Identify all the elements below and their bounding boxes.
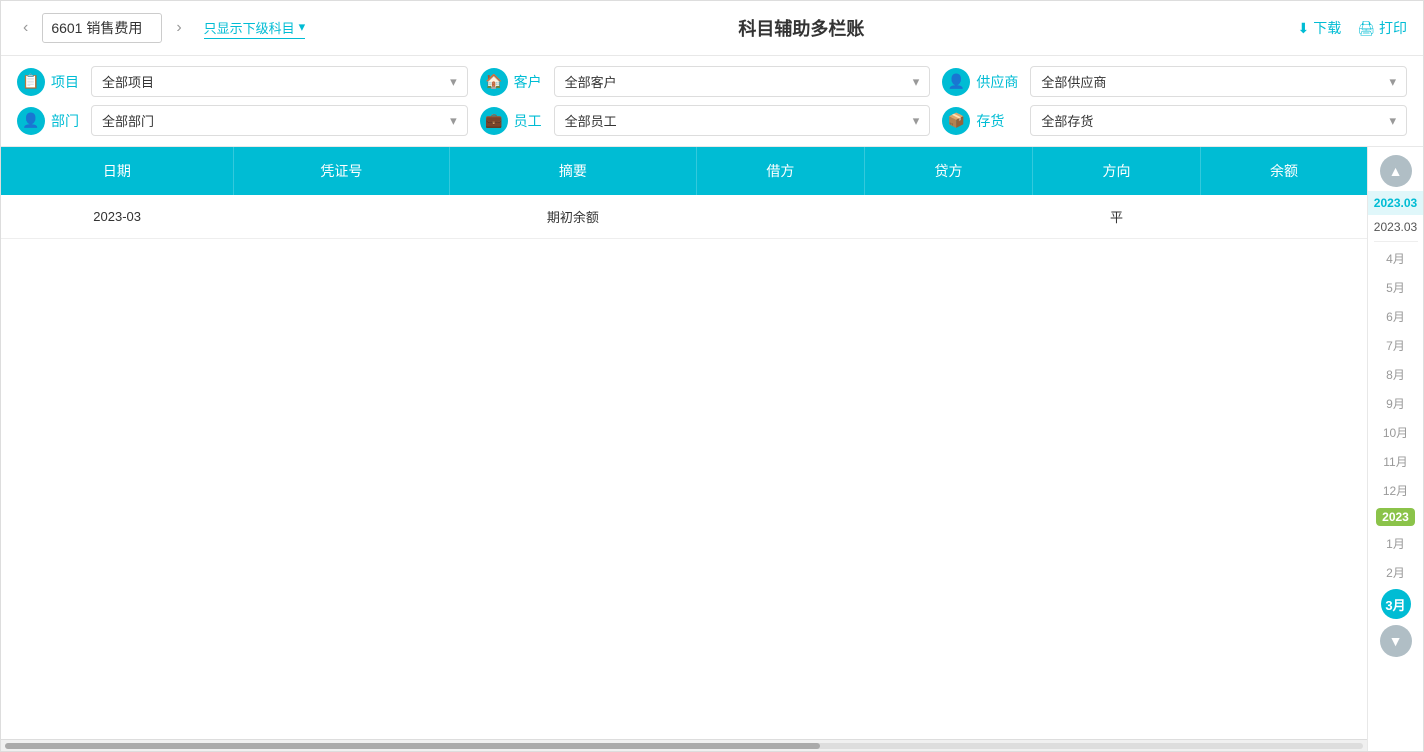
customer-arrow-icon: ▾ — [913, 74, 920, 90]
inventory-icon: 📦 — [942, 107, 970, 135]
cell-date: 2023-03 — [1, 195, 233, 239]
toolbar-right: ⬇ 下载 🖨 打印 — [1297, 18, 1407, 38]
sidebar-month-5[interactable]: 5月 — [1368, 273, 1423, 302]
project-select[interactable]: 全部项目 ▾ — [91, 66, 468, 97]
sidebar-month-1[interactable]: 1月 — [1368, 529, 1423, 558]
inventory-arrow-icon: ▾ — [1389, 113, 1396, 129]
download-icon: ⬇ — [1297, 20, 1309, 37]
project-value: 全部项目 — [102, 72, 154, 91]
employee-value: 全部员工 — [565, 111, 617, 130]
print-button[interactable]: 🖨 打印 — [1357, 18, 1407, 38]
table-row: 2023-03 期初余额 平 — [1, 195, 1367, 239]
sidebar-month-12[interactable]: 12月 — [1368, 476, 1423, 505]
year-badge-2023: 2023 — [1376, 508, 1415, 526]
cell-direction: 平 — [1033, 195, 1201, 239]
page-title: 科目辅助多栏账 — [313, 15, 1289, 41]
supplier-value: 全部供应商 — [1041, 72, 1106, 91]
filter-area: 📋 项目 全部项目 ▾ 🏠 客户 全部客户 ▾ 👤 供应商 全部供应商 ▾ 👤 … — [1, 56, 1423, 147]
table-container: 日期 凭证号 摘要 借方 贷方 方向 余额 2023-03 — [1, 147, 1367, 739]
main-content: 日期 凭证号 摘要 借方 贷方 方向 余额 2023-03 — [1, 147, 1367, 751]
project-arrow-icon: ▾ — [450, 74, 457, 90]
print-icon: 🖨 — [1357, 20, 1375, 37]
inventory-select[interactable]: 全部存货 ▾ — [1030, 105, 1407, 136]
sidebar-month-3-active[interactable]: 3月 — [1381, 589, 1411, 619]
col-voucher: 凭证号 — [233, 147, 449, 195]
download-button[interactable]: ⬇ 下载 — [1297, 18, 1341, 38]
prev-account-btn[interactable]: ‹ — [17, 17, 34, 39]
cell-voucher — [233, 195, 449, 239]
cell-summary: 期初余额 — [449, 195, 696, 239]
month-sidebar: ▲ 2023.03 2023.03 4月 5月 6月 7月 8月 9月 10月 … — [1367, 147, 1423, 751]
sidebar-month-10[interactable]: 10月 — [1368, 418, 1423, 447]
employee-arrow-icon: ▾ — [913, 113, 920, 129]
sidebar-month-4[interactable]: 4月 — [1368, 244, 1423, 273]
ledger-table: 日期 凭证号 摘要 借方 贷方 方向 余额 2023-03 — [1, 147, 1367, 239]
sidebar-month-2[interactable]: 2月 — [1368, 558, 1423, 587]
sidebar-month-9[interactable]: 9月 — [1368, 389, 1423, 418]
sidebar-month-2023-03-top[interactable]: 2023.03 — [1368, 191, 1423, 215]
scrollbar-track — [5, 743, 1363, 749]
show-sub-toggle[interactable]: 只显示下级科目 ▾ — [204, 18, 306, 39]
customer-icon: 🏠 — [480, 68, 508, 96]
sidebar-month-2023-03-second[interactable]: 2023.03 — [1368, 215, 1423, 239]
dept-arrow-icon: ▾ — [450, 113, 457, 129]
sidebar-up-button[interactable]: ▲ — [1380, 155, 1412, 187]
account-code: 6601 销售费用 — [42, 13, 162, 43]
inventory-filter-label: 📦 存货 — [942, 107, 1018, 135]
sidebar-down-button[interactable]: ▼ — [1380, 625, 1412, 657]
project-filter-label: 📋 项目 — [17, 68, 79, 96]
dept-icon: 👤 — [17, 107, 45, 135]
cell-balance — [1201, 195, 1367, 239]
supplier-arrow-icon: ▾ — [1389, 74, 1396, 90]
sidebar-month-6[interactable]: 6月 — [1368, 302, 1423, 331]
inventory-value: 全部存货 — [1041, 111, 1093, 130]
top-bar: ‹ 6601 销售费用 › 只显示下级科目 ▾ 科目辅助多栏账 ⬇ 下载 🖨 打… — [1, 1, 1423, 56]
scrollbar-thumb — [5, 743, 820, 749]
customer-select[interactable]: 全部客户 ▾ — [554, 66, 931, 97]
col-credit: 贷方 — [864, 147, 1032, 195]
print-label: 打印 — [1379, 18, 1407, 38]
supplier-filter-label: 👤 供应商 — [942, 68, 1018, 96]
show-sub-label: 只显示下级科目 — [204, 18, 295, 37]
sidebar-divider-1 — [1374, 241, 1418, 242]
horizontal-scrollbar[interactable] — [1, 739, 1367, 751]
download-label: 下载 — [1313, 18, 1341, 38]
col-direction: 方向 — [1033, 147, 1201, 195]
sidebar-month-7[interactable]: 7月 — [1368, 331, 1423, 360]
dept-value: 全部部门 — [102, 111, 154, 130]
next-account-btn[interactable]: › — [170, 17, 187, 39]
content-area: 日期 凭证号 摘要 借方 贷方 方向 余额 2023-03 — [1, 147, 1423, 751]
dept-select[interactable]: 全部部门 ▾ — [91, 105, 468, 136]
supplier-icon: 👤 — [942, 68, 970, 96]
customer-filter-label: 🏠 客户 — [480, 68, 542, 96]
col-summary: 摘要 — [449, 147, 696, 195]
show-sub-arrow-icon: ▾ — [299, 19, 306, 35]
main-window: ‹ 6601 销售费用 › 只显示下级科目 ▾ 科目辅助多栏账 ⬇ 下载 🖨 打… — [0, 0, 1424, 752]
sidebar-month-8[interactable]: 8月 — [1368, 360, 1423, 389]
customer-value: 全部客户 — [565, 72, 617, 91]
project-icon: 📋 — [17, 68, 45, 96]
employee-filter-label: 💼 员工 — [480, 107, 542, 135]
supplier-select[interactable]: 全部供应商 ▾ — [1030, 66, 1407, 97]
dept-filter-label: 👤 部门 — [17, 107, 79, 135]
employee-select[interactable]: 全部员工 ▾ — [554, 105, 931, 136]
col-date: 日期 — [1, 147, 233, 195]
col-debit: 借方 — [696, 147, 864, 195]
col-balance: 余额 — [1201, 147, 1367, 195]
cell-debit — [696, 195, 864, 239]
employee-icon: 💼 — [480, 107, 508, 135]
cell-credit — [864, 195, 1032, 239]
sidebar-month-11[interactable]: 11月 — [1368, 447, 1423, 476]
